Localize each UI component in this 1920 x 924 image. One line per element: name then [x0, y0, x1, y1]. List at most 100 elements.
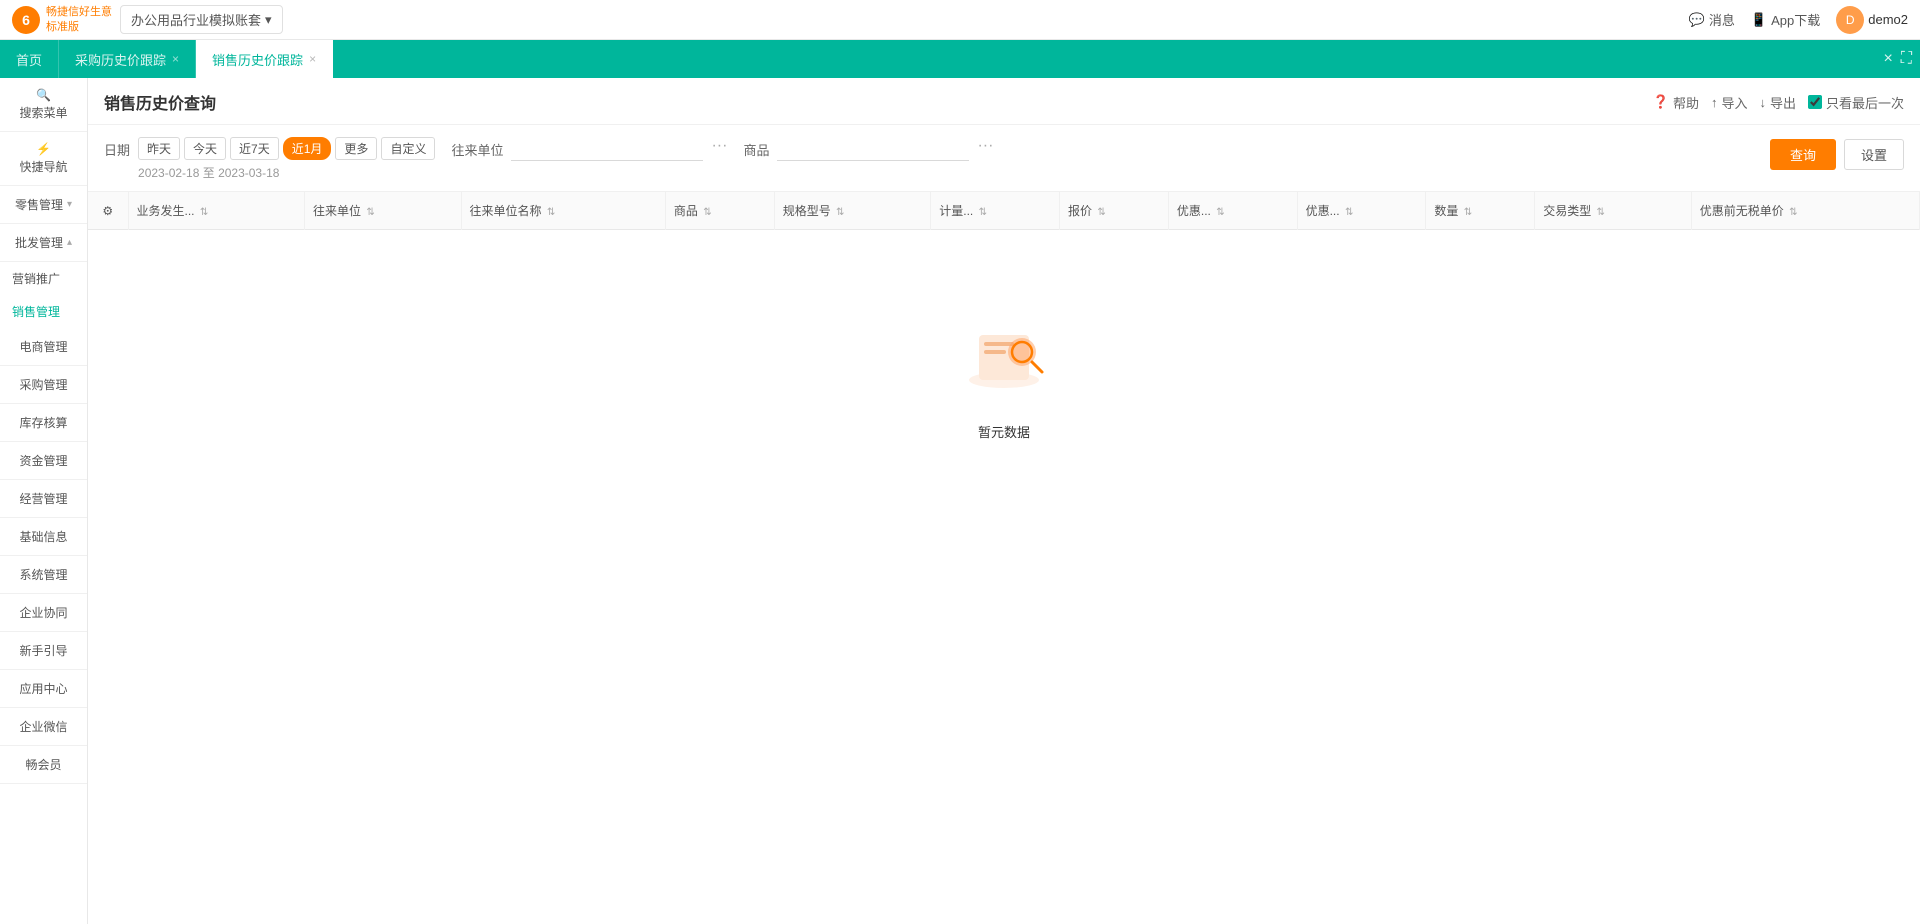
tab-sales-history[interactable]: 销售历史价跟踪 ×	[196, 40, 333, 78]
sidebar-item-operations[interactable]: 经营管理	[0, 480, 87, 518]
sidebar-item-enterprise-wechat[interactable]: 企业微信	[0, 708, 87, 746]
sidebar-item-quick-nav[interactable]: ⚡ 快捷导航	[0, 132, 87, 186]
logo-area: 6 畅捷信好生意 标准版	[12, 5, 112, 34]
help-icon: ❓	[1653, 94, 1669, 110]
date-btn-custom[interactable]: 自定义	[381, 137, 435, 160]
tab-purchase-history[interactable]: 采购历史价跟踪 ×	[59, 40, 196, 78]
th-unit-code[interactable]: 往来单位 ⇅	[304, 192, 461, 230]
product-input[interactable]	[777, 137, 969, 161]
date-btn-more[interactable]: 更多	[335, 137, 377, 160]
user-menu[interactable]: D demo2	[1836, 6, 1908, 34]
th-biz-date[interactable]: 业务发生... ⇅	[128, 192, 304, 230]
page-actions: ❓ 帮助 ↑ 导入 ↓ 导出 只看最后一次	[1653, 93, 1904, 112]
th-spec[interactable]: 规格型号 ⇅	[774, 192, 931, 230]
th-gear: ⚙	[88, 192, 128, 230]
sort-icon: ⇅	[1345, 207, 1353, 218]
close-tab-purchase-icon[interactable]: ×	[172, 52, 179, 66]
sort-icon: ⇅	[1216, 207, 1224, 218]
message-button[interactable]: 💬 消息	[1689, 10, 1735, 29]
logo-text: 畅捷信好生意 标准版	[46, 5, 112, 34]
sort-icon: ⇅	[200, 207, 208, 218]
sort-icon: ⇅	[836, 207, 844, 218]
empty-state: 暂元数据	[88, 230, 1920, 521]
close-tab-sales-icon[interactable]: ×	[309, 52, 316, 66]
th-unit-name[interactable]: 往来单位名称 ⇅	[461, 192, 665, 230]
th-unit-measure[interactable]: 计量... ⇅	[931, 192, 1060, 230]
date-range-display: 2023-02-18 至 2023-03-18	[138, 164, 435, 181]
filter-action-buttons: 查询 设置	[1770, 137, 1904, 170]
date-btn-yesterday[interactable]: 昨天	[138, 137, 180, 160]
page-container: 销售历史价查询 ❓ 帮助 ↑ 导入 ↓ 导出	[88, 78, 1920, 924]
top-bar: 6 畅捷信好生意 标准版 办公用品行业模拟账套 ▾ 💬 消息 📱 App下载 D…	[0, 0, 1920, 40]
sidebar-item-wholesale-mgmt[interactable]: 批发管理 ▴	[0, 224, 87, 262]
chevron-down-icon: ▾	[67, 199, 72, 210]
th-discount1[interactable]: 优惠... ⇅	[1168, 192, 1297, 230]
tab-bar-actions: × ⛶	[1883, 40, 1920, 78]
sidebar-item-system[interactable]: 系统管理	[0, 556, 87, 594]
sort-icon: ⇅	[1464, 207, 1472, 218]
date-buttons: 昨天 今天 近7天 近1月 更多 自定义	[138, 137, 435, 160]
settings-button[interactable]: 设置	[1844, 139, 1904, 170]
date-btn-7days[interactable]: 近7天	[230, 137, 279, 160]
unit-filter-group: 往来单位 ···	[451, 137, 727, 165]
import-icon: ↑	[1711, 95, 1718, 110]
table-header-row: ⚙ 业务发生... ⇅ 往来单位 ⇅ 往来单位名称	[88, 192, 1920, 230]
sort-icon: ⇅	[1097, 207, 1105, 218]
sort-icon: ⇅	[1597, 207, 1605, 218]
sidebar-item-marketing[interactable]: 营销推广	[0, 262, 87, 295]
top-bar-left: 6 畅捷信好生意 标准版 办公用品行业模拟账套 ▾	[12, 5, 283, 34]
unit-input[interactable]	[511, 137, 703, 161]
only-last-checkbox-wrap: 只看最后一次	[1808, 93, 1904, 112]
th-discount2[interactable]: 优惠... ⇅	[1297, 192, 1426, 230]
gear-icon[interactable]: ⚙	[102, 204, 113, 218]
sidebar-item-finance[interactable]: 资金管理	[0, 442, 87, 480]
sort-icon: ⇅	[366, 207, 374, 218]
sidebar-item-retail-mgmt[interactable]: 零售管理 ▾	[0, 186, 87, 224]
sidebar-item-membership[interactable]: 畅会员	[0, 746, 87, 784]
phone-icon: 📱	[1751, 12, 1767, 28]
account-selector[interactable]: 办公用品行业模拟账套 ▾	[120, 5, 283, 34]
expand-button[interactable]: ⛶	[1901, 50, 1912, 68]
export-icon: ↓	[1759, 95, 1766, 110]
sidebar-item-new-guide[interactable]: 新手引导	[0, 632, 87, 670]
sort-icon: ⇅	[547, 207, 555, 218]
logo-icon: 6	[12, 6, 40, 34]
date-btn-1month[interactable]: 近1月	[283, 137, 332, 160]
content-area: 销售历史价查询 ❓ 帮助 ↑ 导入 ↓ 导出	[88, 78, 1920, 924]
date-filter-group: 日期 昨天 今天 近7天 近1月 更多 自定义 2023-02-18 至 202…	[104, 137, 435, 181]
close-all-tabs-button[interactable]: ×	[1883, 50, 1892, 68]
product-filter-group: 商品 ···	[743, 137, 993, 165]
query-button[interactable]: 查询	[1770, 139, 1836, 170]
sidebar: 🔍 搜索菜单 ⚡ 快捷导航 零售管理 ▾ 批发管理 ▴ 营销推广 销售管理 电商…	[0, 78, 88, 924]
sidebar-item-ecommerce[interactable]: 电商管理	[0, 328, 87, 366]
sidebar-item-enterprise-coop[interactable]: 企业协同	[0, 594, 87, 632]
help-button[interactable]: ❓ 帮助	[1653, 93, 1699, 112]
sidebar-item-app-center[interactable]: 应用中心	[0, 670, 87, 708]
message-icon: 💬	[1689, 12, 1705, 28]
sort-icon: ⇅	[979, 207, 987, 218]
sidebar-item-sales-mgmt[interactable]: 销售管理	[0, 295, 87, 328]
th-trade-type[interactable]: 交易类型 ⇅	[1535, 192, 1692, 230]
sidebar-item-purchase[interactable]: 采购管理	[0, 366, 87, 404]
sidebar-item-basic-info[interactable]: 基础信息	[0, 518, 87, 556]
date-btn-today[interactable]: 今天	[184, 137, 226, 160]
sidebar-item-search-menu[interactable]: 🔍 搜索菜单	[0, 78, 87, 132]
only-last-label: 只看最后一次	[1826, 93, 1904, 112]
product-dots-button[interactable]: ···	[977, 137, 993, 155]
empty-illustration	[954, 310, 1054, 410]
import-button[interactable]: ↑ 导入	[1711, 93, 1748, 112]
sidebar-item-inventory[interactable]: 库存核算	[0, 404, 87, 442]
table-wrapper: ⚙ 业务发生... ⇅ 往来单位 ⇅ 往来单位名称	[88, 192, 1920, 924]
app-download-button[interactable]: 📱 App下载	[1751, 10, 1820, 29]
th-quote[interactable]: 报价 ⇅	[1060, 192, 1169, 230]
chevron-down-icon: ▾	[265, 12, 272, 28]
th-product[interactable]: 商品 ⇅	[665, 192, 774, 230]
export-button[interactable]: ↓ 导出	[1759, 93, 1796, 112]
unit-dots-button[interactable]: ···	[711, 137, 727, 155]
top-bar-right: 💬 消息 📱 App下载 D demo2	[1689, 6, 1908, 34]
tab-home[interactable]: 首页	[0, 40, 59, 78]
th-pretax-price[interactable]: 优惠前无税单价 ⇅	[1691, 192, 1919, 230]
chevron-up-icon: ▴	[67, 237, 72, 248]
th-quantity[interactable]: 数量 ⇅	[1426, 192, 1535, 230]
only-last-checkbox[interactable]	[1808, 95, 1822, 109]
